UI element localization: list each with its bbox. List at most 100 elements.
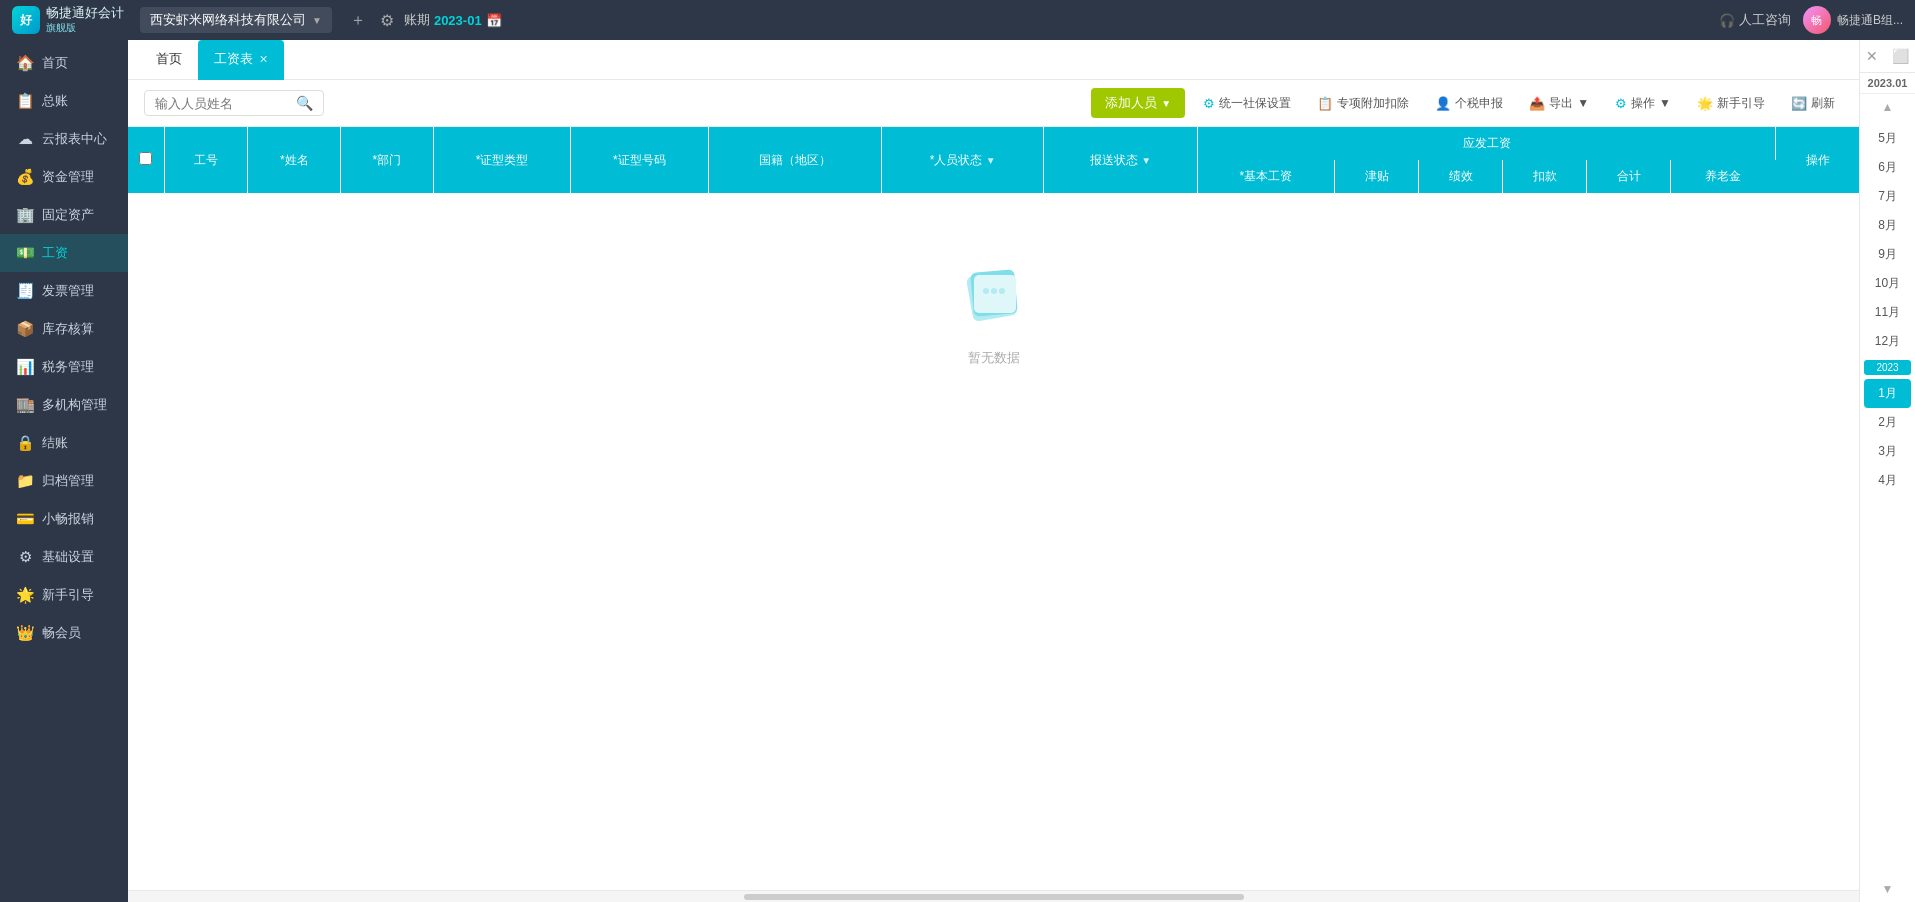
sidebar: 🏠 首页 📋 总账 ☁ 云报表中心 💰 资金管理 🏢 固定资产 💵 工资 🧾 发… xyxy=(0,40,128,902)
month-item-4[interactable]: 4月 xyxy=(1860,466,1915,495)
tax-icon: 📊 xyxy=(16,358,34,376)
member-icon: 👑 xyxy=(16,624,34,642)
expense-icon: 💳 xyxy=(16,510,34,528)
add-company-button[interactable]: ＋ xyxy=(348,8,368,33)
search-input[interactable] xyxy=(155,96,290,111)
sidebar-item-guide[interactable]: 🌟 新手引导 xyxy=(0,576,128,614)
sidebar-item-member[interactable]: 👑 畅会员 xyxy=(0,614,128,652)
month-item-7[interactable]: 7月 xyxy=(1860,182,1915,211)
operation-button[interactable]: ⚙ 操作 ▼ xyxy=(1607,91,1679,116)
month-item-1-active[interactable]: 1月 xyxy=(1864,379,1911,408)
th-id-no: *证型号码 xyxy=(571,127,708,193)
tax-report-button[interactable]: 👤 个税申报 xyxy=(1427,91,1511,116)
add-person-label: 添加人员 xyxy=(1105,94,1157,112)
th-wages-group: 应发工资 xyxy=(1197,127,1776,160)
sidebar-item-ledger[interactable]: 📋 总账 xyxy=(0,82,128,120)
tab-close-icon[interactable]: ✕ xyxy=(259,54,268,65)
month-item-5[interactable]: 5月 xyxy=(1860,124,1915,153)
period-display: 2023.01 xyxy=(1860,73,1915,94)
th-checkbox[interactable] xyxy=(128,127,164,193)
empty-text: 暂无数据 xyxy=(968,349,1020,367)
sidebar-item-inventory[interactable]: 📦 库存核算 xyxy=(0,310,128,348)
sidebar-item-tax[interactable]: 📊 税务管理 xyxy=(0,348,128,386)
guide-toolbar-icon: 🌟 xyxy=(1697,96,1713,111)
month-item-9[interactable]: 9月 xyxy=(1860,240,1915,269)
panel-close-button[interactable]: ✕ xyxy=(1864,46,1880,66)
sidebar-label-inventory: 库存核算 xyxy=(42,320,94,338)
company-name: 西安虾米网络科技有限公司 xyxy=(150,11,306,29)
month-nav-up[interactable]: ▲ xyxy=(1880,98,1896,116)
sidebar-item-settings[interactable]: ⚙ 基础设置 xyxy=(0,538,128,576)
sidebar-item-home[interactable]: 🏠 首页 xyxy=(0,44,128,82)
special-deduction-button[interactable]: 📋 专项附加扣除 xyxy=(1309,91,1417,116)
home-icon: 🏠 xyxy=(16,54,34,72)
social-insurance-button[interactable]: ⚙ 统一社保设置 xyxy=(1195,91,1299,116)
sidebar-item-cloud-report[interactable]: ☁ 云报表中心 xyxy=(0,120,128,158)
add-dropdown-arrow: ▼ xyxy=(1161,98,1171,109)
sidebar-item-fund[interactable]: 💰 资金管理 xyxy=(0,158,128,196)
tab-home[interactable]: 首页 xyxy=(140,40,198,80)
calendar-icon[interactable]: 📅 xyxy=(486,13,502,28)
sidebar-label-archive: 归档管理 xyxy=(42,472,94,490)
settings-icon[interactable]: ⚙ xyxy=(378,9,396,32)
sidebar-label-home: 首页 xyxy=(42,54,68,72)
sidebar-item-multi-org[interactable]: 🏬 多机构管理 xyxy=(0,386,128,424)
tax-report-label: 个税申报 xyxy=(1455,95,1503,112)
fund-icon: 💰 xyxy=(16,168,34,186)
topbar-actions: ＋ ⚙ xyxy=(348,8,396,33)
th-base-wage: *基本工资 xyxy=(1197,160,1334,193)
tab-salary-table[interactable]: 工资表 ✕ xyxy=(198,40,284,80)
sidebar-item-close-account[interactable]: 🔒 结账 xyxy=(0,424,128,462)
sidebar-label-settings: 基础设置 xyxy=(42,548,94,566)
app-logo: 好 畅捷通好会计 旗舰版 xyxy=(12,5,124,35)
refresh-button[interactable]: 🔄 刷新 xyxy=(1783,91,1843,116)
add-person-button[interactable]: 添加人员 ▼ xyxy=(1091,88,1185,118)
panel-expand-button[interactable]: ⬜ xyxy=(1890,46,1911,66)
svg-rect-2 xyxy=(974,275,1016,313)
app-name: 畅捷通好会计 xyxy=(46,5,124,21)
month-item-3[interactable]: 3月 xyxy=(1860,437,1915,466)
sidebar-item-salary[interactable]: 💵 工资 xyxy=(0,234,128,272)
human-service-button[interactable]: 🎧 人工咨询 xyxy=(1719,11,1791,29)
refresh-icon: 🔄 xyxy=(1791,96,1807,111)
operation-label: 操作 xyxy=(1631,95,1655,112)
assets-icon: 🏢 xyxy=(16,206,34,224)
month-item-2[interactable]: 2月 xyxy=(1860,408,1915,437)
report-filter-icon[interactable]: ▼ xyxy=(1141,155,1151,166)
company-selector[interactable]: 西安虾米网络科技有限公司 ▼ xyxy=(140,7,332,33)
svg-point-4 xyxy=(991,288,997,294)
sidebar-label-ledger: 总账 xyxy=(42,92,68,110)
user-avatar[interactable]: 畅 畅捷通B组... xyxy=(1803,6,1903,34)
social-label: 统一社保设置 xyxy=(1219,95,1291,112)
sidebar-label-cloud: 云报表中心 xyxy=(42,130,107,148)
month-item-8[interactable]: 8月 xyxy=(1860,211,1915,240)
month-item-6[interactable]: 6月 xyxy=(1860,153,1915,182)
salary-icon: 💵 xyxy=(16,244,34,262)
operation-arrow: ▼ xyxy=(1659,96,1671,110)
year-2023-badge: 2023 xyxy=(1864,360,1911,375)
guide-toolbar-label: 新手引导 xyxy=(1717,95,1765,112)
horizontal-scrollbar[interactable] xyxy=(128,890,1859,902)
month-item-12[interactable]: 12月 xyxy=(1860,327,1915,356)
month-nav-down[interactable]: ▼ xyxy=(1880,880,1896,898)
sidebar-item-expense[interactable]: 💳 小畅报销 xyxy=(0,500,128,538)
month-item-11[interactable]: 11月 xyxy=(1860,298,1915,327)
sidebar-item-archive[interactable]: 📁 归档管理 xyxy=(0,462,128,500)
scroll-thumb[interactable] xyxy=(744,894,1244,900)
sidebar-label-expense: 小畅报销 xyxy=(42,510,94,528)
guide-button[interactable]: 🌟 新手引导 xyxy=(1689,91,1773,116)
sidebar-item-assets[interactable]: 🏢 固定资产 xyxy=(0,196,128,234)
cloud-icon: ☁ xyxy=(16,130,34,148)
top-right: 🎧 人工咨询 畅 畅捷通B组... xyxy=(1719,6,1903,34)
person-filter-icon[interactable]: ▼ xyxy=(986,155,996,166)
th-allowance: 津贴 xyxy=(1335,160,1419,193)
th-name: *姓名 xyxy=(248,127,341,193)
month-item-10[interactable]: 10月 xyxy=(1860,269,1915,298)
search-box[interactable]: 🔍 xyxy=(144,90,324,116)
select-all-checkbox[interactable] xyxy=(139,152,152,165)
th-performance: 绩效 xyxy=(1419,160,1503,193)
export-button[interactable]: 📤 导出 ▼ xyxy=(1521,91,1597,116)
main-layout: 🏠 首页 📋 总账 ☁ 云报表中心 💰 资金管理 🏢 固定资产 💵 工资 🧾 发… xyxy=(0,40,1915,902)
operation-icon: ⚙ xyxy=(1615,96,1627,111)
sidebar-item-invoice[interactable]: 🧾 发票管理 xyxy=(0,272,128,310)
